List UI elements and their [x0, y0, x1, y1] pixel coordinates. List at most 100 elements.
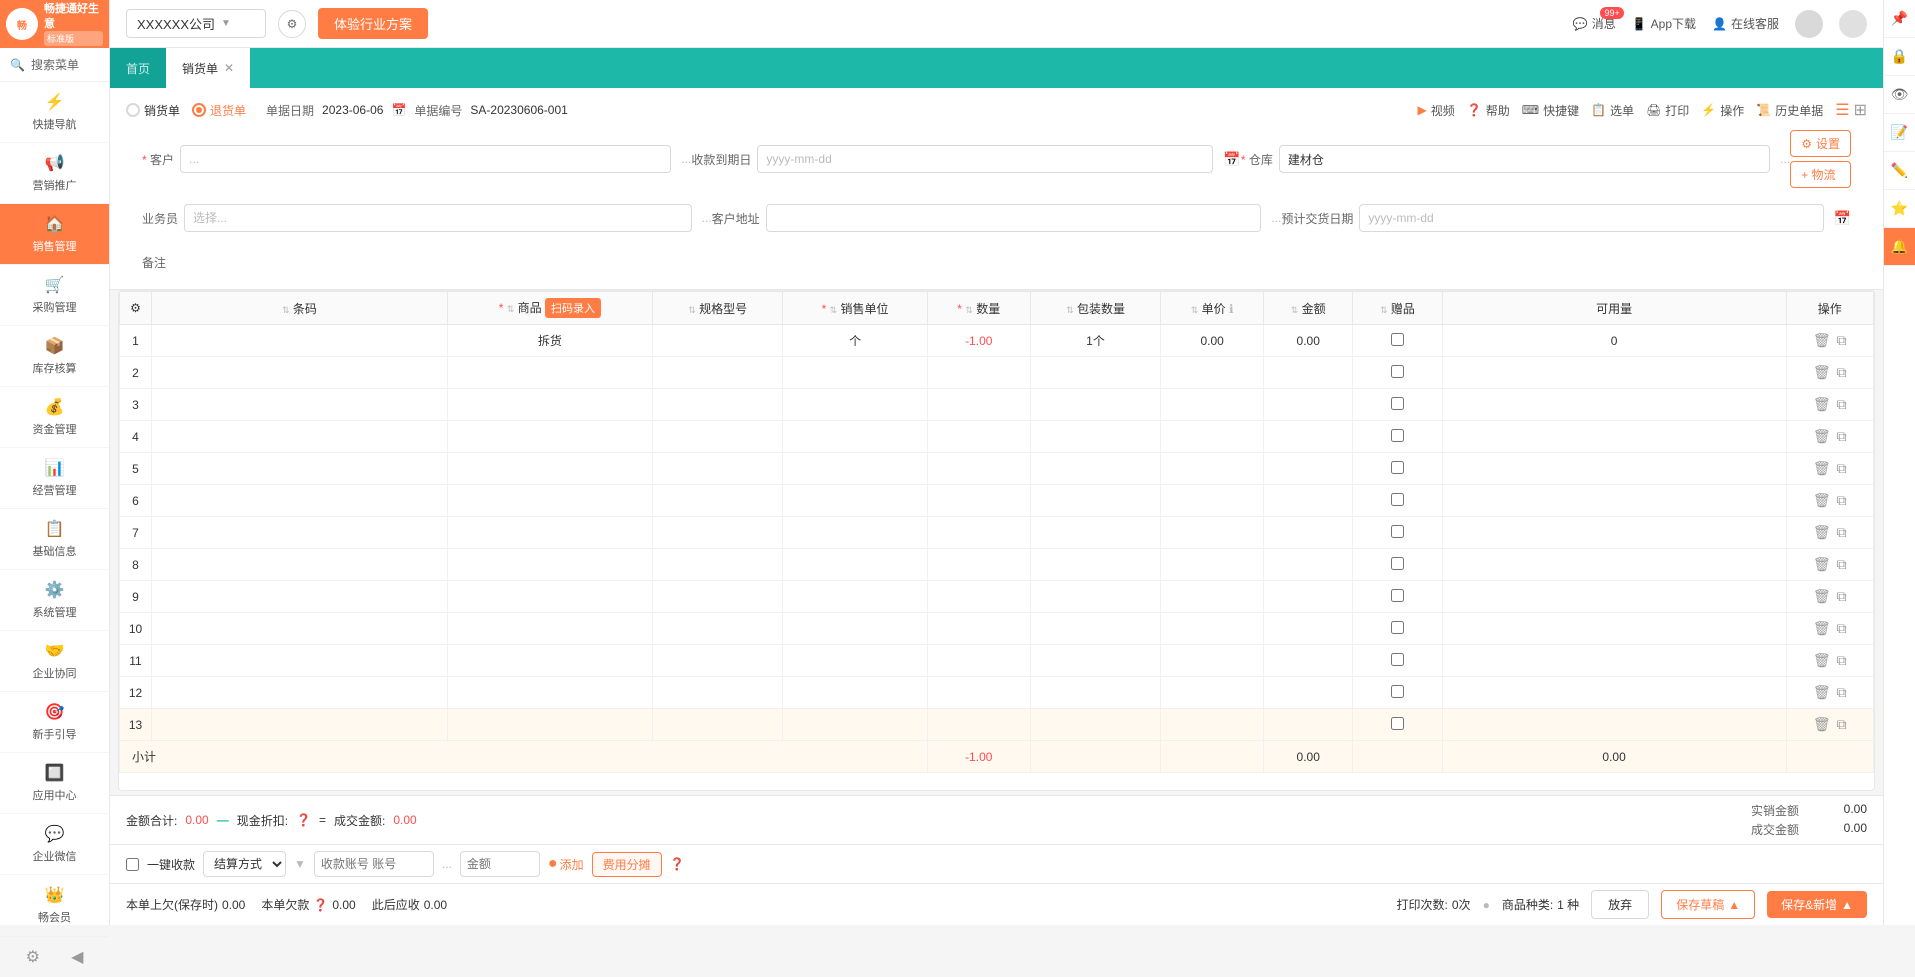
- user-avatar[interactable]: [1795, 10, 1823, 38]
- row-barcode[interactable]: [152, 485, 448, 517]
- copy-icon[interactable]: ⧉: [1837, 332, 1847, 349]
- warehouse-ellipsis[interactable]: ...: [1780, 152, 1790, 166]
- delete-icon[interactable]: 🗑: [1813, 428, 1831, 445]
- print-btn[interactable]: 🖨 打印: [1646, 102, 1689, 119]
- copy-icon[interactable]: ⧉: [1837, 396, 1847, 413]
- row-barcode[interactable]: [152, 421, 448, 453]
- copy-icon[interactable]: ⧉: [1837, 364, 1847, 381]
- company-selector[interactable]: XXXXXX公司 ▼: [126, 9, 266, 38]
- sidebar-item-guide[interactable]: 🎯 新手引导: [0, 692, 109, 753]
- save-new-button[interactable]: 保存&新增 ▲: [1767, 891, 1867, 918]
- row-gift[interactable]: [1353, 581, 1442, 613]
- delete-icon[interactable]: 🗑: [1813, 364, 1831, 381]
- row-gift[interactable]: [1353, 709, 1442, 741]
- row-barcode[interactable]: [152, 389, 448, 421]
- sidebar-item-inventory[interactable]: 📦 库存核算: [0, 326, 109, 387]
- copy-icon[interactable]: ⧉: [1837, 716, 1847, 733]
- right-panel-lock[interactable]: 🔒: [1884, 38, 1915, 76]
- row-gift[interactable]: [1353, 613, 1442, 645]
- due-date-calendar-icon[interactable]: 📅: [1223, 151, 1240, 168]
- account-ellipsis[interactable]: ...: [442, 857, 452, 871]
- due-date-input[interactable]: [757, 145, 1213, 173]
- delete-icon[interactable]: 🗑: [1813, 716, 1831, 733]
- right-panel-edit[interactable]: ✏️: [1884, 152, 1915, 190]
- salesperson-input[interactable]: [184, 204, 692, 232]
- customer-ellipsis[interactable]: ...: [681, 152, 691, 166]
- scan-button[interactable]: 扫码录入: [545, 298, 601, 318]
- delete-icon[interactable]: 🗑: [1813, 524, 1831, 541]
- customer-input[interactable]: [180, 145, 671, 173]
- sidebar-item-system[interactable]: ⚙️ 系统管理: [0, 570, 109, 631]
- save-draft-button[interactable]: 保存草稿 ▲: [1661, 890, 1755, 919]
- row-gift[interactable]: [1353, 645, 1442, 677]
- right-panel-star[interactable]: ⭐: [1884, 190, 1915, 228]
- copy-icon[interactable]: ⧉: [1837, 524, 1847, 541]
- copy-icon[interactable]: ⧉: [1837, 588, 1847, 605]
- video-btn[interactable]: ▶ 视频: [1418, 102, 1455, 119]
- salesperson-ellipsis[interactable]: ...: [702, 211, 712, 225]
- tab-sales-order[interactable]: 销货单 ✕: [166, 48, 250, 88]
- row-barcode[interactable]: [152, 549, 448, 581]
- add-payment-button[interactable]: ● 添加: [548, 855, 584, 873]
- discard-button[interactable]: 放弃: [1591, 890, 1649, 919]
- row-gift[interactable]: [1353, 389, 1442, 421]
- sidebar-item-apps[interactable]: 🔲 应用中心: [0, 753, 109, 814]
- delete-icon[interactable]: 🗑: [1813, 332, 1831, 349]
- table-container[interactable]: ⚙ ⇅ 条码 * ⇅ 商品 扫码录入 ⇅ 规格型号: [118, 290, 1875, 791]
- copy-icon[interactable]: ⧉: [1837, 556, 1847, 573]
- sidebar-item-operations[interactable]: 📊 经营管理: [0, 448, 109, 509]
- copy-icon[interactable]: ⧉: [1837, 620, 1847, 637]
- th-gear[interactable]: ⚙: [120, 292, 152, 325]
- tab-close-icon[interactable]: ✕: [224, 61, 234, 75]
- row-gift[interactable]: [1353, 549, 1442, 581]
- delete-icon[interactable]: 🗑: [1813, 684, 1831, 701]
- delete-icon[interactable]: 🗑: [1813, 460, 1831, 477]
- history-btn[interactable]: 📜 历史单据: [1756, 102, 1823, 119]
- operation-btn[interactable]: ⚡ 操作: [1701, 102, 1744, 119]
- settings-btn[interactable]: ⚙ 设置: [1790, 130, 1851, 157]
- payment-account-input[interactable]: [314, 851, 434, 877]
- sidebar-item-quick-nav[interactable]: ⚡ 快捷导航: [0, 82, 109, 143]
- customer-address-input[interactable]: [766, 204, 1262, 232]
- grid-view-icon[interactable]: ⊞: [1854, 100, 1867, 120]
- sidebar-search[interactable]: 🔍 搜索菜单: [0, 48, 109, 82]
- row-barcode[interactable]: [152, 325, 448, 357]
- sidebar-item-basics[interactable]: 📋 基础信息: [0, 509, 109, 570]
- right-panel-alert[interactable]: 🔔: [1884, 228, 1915, 266]
- help-btn[interactable]: ❓ 帮助: [1467, 102, 1510, 119]
- delete-icon[interactable]: 🗑: [1813, 652, 1831, 669]
- sidebar-item-wechat[interactable]: 💬 企业微信: [0, 814, 109, 875]
- logistics-btn[interactable]: + 物流: [1790, 161, 1851, 188]
- copy-icon[interactable]: ⧉: [1837, 684, 1847, 701]
- sales-order-radio[interactable]: 销货单: [126, 102, 180, 119]
- row-gift[interactable]: [1353, 517, 1442, 549]
- row-barcode[interactable]: [152, 677, 448, 709]
- row-barcode[interactable]: [152, 645, 448, 677]
- delete-icon[interactable]: 🗑: [1813, 620, 1831, 637]
- calendar-icon[interactable]: 📅: [391, 103, 406, 117]
- row-barcode[interactable]: [152, 517, 448, 549]
- user-avatar-2[interactable]: [1839, 10, 1867, 38]
- right-panel-pin[interactable]: 📌: [1884, 0, 1915, 38]
- right-panel-eye[interactable]: 👁: [1884, 76, 1915, 114]
- online-service-button[interactable]: 👤 在线客服: [1712, 15, 1779, 32]
- sidebar-item-sales[interactable]: 🏠 销售管理: [0, 204, 109, 265]
- sidebar-item-cooperation[interactable]: 🤝 企业协同: [0, 631, 109, 692]
- row-barcode[interactable]: [152, 581, 448, 613]
- payment-amount-input[interactable]: [460, 851, 540, 877]
- row-gift[interactable]: [1353, 325, 1442, 357]
- settings-bottom-btn[interactable]: ⚙: [26, 947, 40, 967]
- settings-button[interactable]: ⚙: [278, 10, 306, 38]
- sidebar-item-purchase[interactable]: 🛒 采购管理: [0, 265, 109, 326]
- row-gift[interactable]: [1353, 357, 1442, 389]
- warehouse-input[interactable]: [1279, 145, 1770, 173]
- delete-icon[interactable]: 🗑: [1813, 492, 1831, 509]
- trial-button[interactable]: 体验行业方案: [318, 8, 428, 39]
- row-gift[interactable]: [1353, 485, 1442, 517]
- row-gift[interactable]: [1353, 421, 1442, 453]
- payment-method-select[interactable]: 结算方式: [203, 851, 286, 877]
- select-btn[interactable]: 📋 选单: [1591, 102, 1634, 119]
- expected-date-input[interactable]: [1359, 204, 1823, 232]
- row-barcode[interactable]: [152, 357, 448, 389]
- message-button[interactable]: 💬 消息 99+: [1573, 15, 1616, 32]
